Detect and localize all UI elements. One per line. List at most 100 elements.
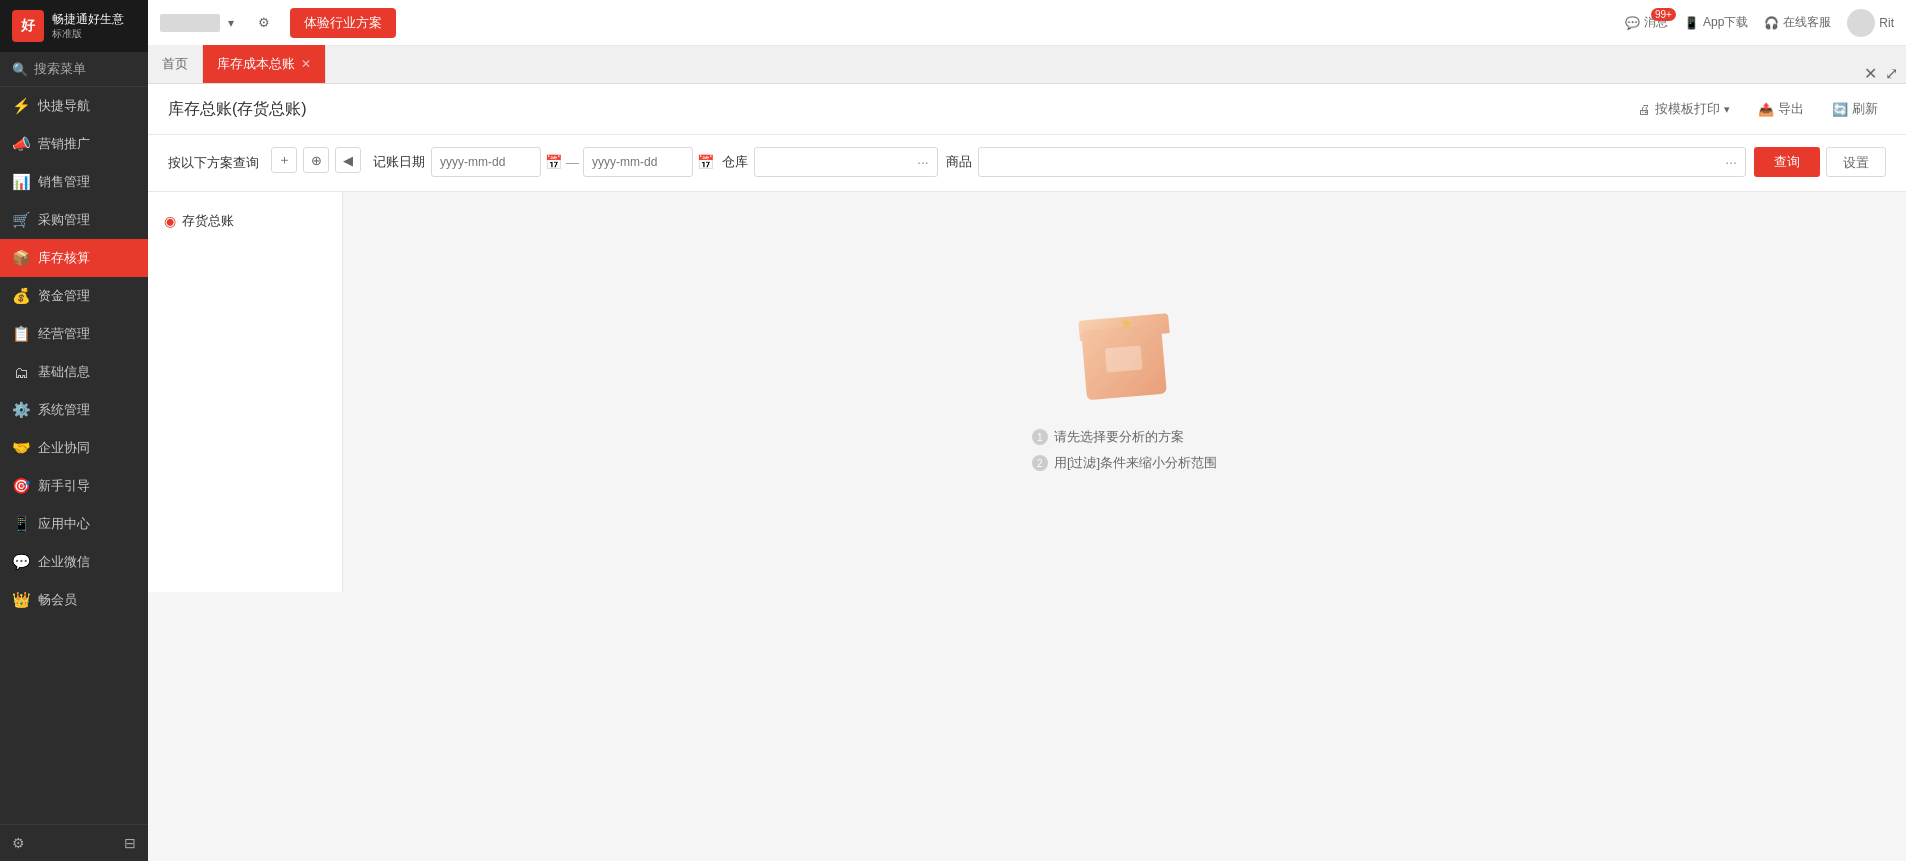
- sidebar-item-quick-nav[interactable]: ⚡ 快捷导航: [0, 87, 148, 125]
- schema-item-icon: ◉: [164, 213, 176, 229]
- product-filter-field: 商品 ···: [946, 147, 1746, 177]
- empty-illustration: ★: [1064, 312, 1184, 412]
- filter-collapse-icon: ◀: [343, 153, 353, 168]
- sidebar-item-app-center[interactable]: 📱 应用中心: [0, 505, 148, 543]
- page-header: 库存总账(存货总账) 🖨 按模板打印 ▾ 📤 导出 🔄 刷新: [148, 84, 1906, 135]
- tabbar-close-btn[interactable]: ✕: [1864, 64, 1877, 83]
- page-title: 库存总账(存货总账): [168, 99, 307, 120]
- export-btn[interactable]: 📤 导出: [1750, 96, 1812, 122]
- warehouse-filter-label: 仓库: [722, 153, 748, 171]
- sidebar-item-operation[interactable]: 📋 经营管理: [0, 315, 148, 353]
- schema-panel: ◉ 存货总账: [148, 192, 343, 592]
- filter-add-btn[interactable]: ＋: [271, 147, 297, 173]
- hint-num-2: 2: [1032, 455, 1048, 471]
- sidebar-item-system[interactable]: ⚙️ 系统管理: [0, 391, 148, 429]
- topbar-dropdown-btn[interactable]: ▾: [224, 14, 238, 32]
- topbar-app-download-btn[interactable]: 📱 App下载: [1684, 14, 1748, 31]
- sidebar-item-sales[interactable]: 📊 销售管理: [0, 163, 148, 201]
- product-input-wrap[interactable]: ···: [978, 147, 1746, 177]
- topbar-brand: ▾: [160, 14, 238, 32]
- system-icon: ⚙️: [12, 401, 30, 419]
- member-icon: 👑: [12, 591, 30, 609]
- filter-add-icon: ＋: [278, 151, 291, 169]
- empty-hint-1: 1 请先选择要分析的方案: [1032, 428, 1217, 446]
- sidebar-item-purchase[interactable]: 🛒 采购管理: [0, 201, 148, 239]
- print-icon: 🖨: [1638, 102, 1651, 117]
- sidebar-item-label: 采购管理: [38, 211, 90, 229]
- product-input[interactable]: [987, 155, 1722, 169]
- print-btn[interactable]: 🖨 按模板打印 ▾: [1630, 96, 1738, 122]
- export-label: 导出: [1778, 100, 1804, 118]
- product-more-icon[interactable]: ···: [1725, 154, 1737, 170]
- messages-badge: 99+: [1651, 8, 1676, 21]
- topbar-settings-btn[interactable]: ⚙: [250, 9, 278, 37]
- cal-start-icon[interactable]: 📅: [545, 154, 562, 170]
- sidebar-footer: ⚙ ⊟: [0, 824, 148, 861]
- filter-buttons-right: 查询 设置: [1754, 147, 1886, 177]
- sidebar-item-newbie[interactable]: 🎯 新手引导: [0, 467, 148, 505]
- filter-collapse-btn[interactable]: ◀: [335, 147, 361, 173]
- warehouse-input[interactable]: [763, 155, 913, 169]
- topbar-left: ▾ ⚙ 体验行业方案: [160, 8, 1625, 38]
- tab-close-btn[interactable]: ✕: [301, 57, 311, 71]
- sidebar: 好 畅捷通好生意 标准版 🔍 搜索菜单 ⚡ 快捷导航 📣 营销推广 📊 销售管理…: [0, 0, 148, 861]
- query-btn[interactable]: 查询: [1754, 147, 1820, 177]
- cal-end-icon[interactable]: 📅: [697, 154, 714, 170]
- sidebar-item-member[interactable]: 👑 畅会员: [0, 581, 148, 619]
- topbar-messages-btn[interactable]: 💬 消息 99+: [1625, 14, 1668, 31]
- date-input-wrap: 📅 — 📅: [431, 147, 714, 177]
- sidebar-item-finance[interactable]: 💰 资金管理: [0, 277, 148, 315]
- sales-icon: 📊: [12, 173, 30, 191]
- sidebar-item-label: 新手引导: [38, 477, 90, 495]
- set-btn[interactable]: 设置: [1826, 147, 1886, 177]
- newbie-icon: 🎯: [12, 477, 30, 495]
- app-download-icon: 📱: [1684, 16, 1699, 30]
- topbar-right: 💬 消息 99+ 📱 App下载 🎧 在线客服 Rit: [1625, 9, 1894, 37]
- tab-home-label: 首页: [162, 55, 188, 73]
- box-body: [1082, 324, 1168, 401]
- hint-text-1: 请先选择要分析的方案: [1054, 428, 1184, 446]
- warehouse-more-icon[interactable]: ···: [917, 154, 929, 170]
- box-star: ★: [1119, 313, 1135, 333]
- filter-settings-btn[interactable]: ⊕: [303, 147, 329, 173]
- empty-hints: 1 请先选择要分析的方案 2 用[过滤]条件来缩小分析范围: [1032, 428, 1217, 472]
- sidebar-toggle-btn[interactable]: ⊟: [124, 835, 136, 851]
- sidebar-item-wechat[interactable]: 💬 企业微信: [0, 543, 148, 581]
- topbar-user[interactable]: Rit: [1847, 9, 1894, 37]
- tab-inventory-cost[interactable]: 库存成本总账 ✕: [203, 45, 326, 83]
- topbar-consult-btn[interactable]: 🎧 在线客服: [1764, 14, 1831, 31]
- sidebar-search-label: 搜索菜单: [34, 60, 86, 78]
- sidebar-item-inventory[interactable]: 📦 库存核算: [0, 239, 148, 277]
- warehouse-filter-field: 仓库 ···: [722, 147, 938, 177]
- sidebar-settings-btn[interactable]: ⚙: [12, 835, 25, 851]
- sidebar-item-label: 经营管理: [38, 325, 90, 343]
- sidebar-item-basic[interactable]: 🗂 基础信息: [0, 353, 148, 391]
- sidebar-item-marketing[interactable]: 📣 营销推广: [0, 125, 148, 163]
- empty-hint-2: 2 用[过滤]条件来缩小分析范围: [1032, 454, 1217, 472]
- filter-settings-icon: ⊕: [311, 153, 322, 168]
- collab-icon: 🤝: [12, 439, 30, 457]
- tab-inventory-cost-label: 库存成本总账: [217, 55, 295, 73]
- sidebar-item-label: 资金管理: [38, 287, 90, 305]
- tab-home[interactable]: 首页: [148, 45, 203, 83]
- refresh-btn[interactable]: 🔄 刷新: [1824, 96, 1886, 122]
- print-dropdown-icon: ▾: [1724, 103, 1730, 116]
- sidebar-item-collab[interactable]: 🤝 企业协同: [0, 429, 148, 467]
- sidebar-search[interactable]: 🔍 搜索菜单: [0, 52, 148, 87]
- inventory-icon: 📦: [12, 249, 30, 267]
- sidebar-item-label: 快捷导航: [38, 97, 90, 115]
- basic-icon: 🗂: [12, 363, 30, 381]
- app-name: 畅捷通好生意: [52, 12, 124, 28]
- sidebar-item-label: 畅会员: [38, 591, 77, 609]
- schema-item-inventory-ledger[interactable]: ◉ 存货总账: [148, 204, 342, 238]
- consult-icon: 🎧: [1764, 16, 1779, 30]
- sidebar-logo: 好 畅捷通好生意 标准版: [0, 0, 148, 52]
- sidebar-item-label: 营销推广: [38, 135, 90, 153]
- hint-text-2: 用[过滤]条件来缩小分析范围: [1054, 454, 1217, 472]
- finance-icon: 💰: [12, 287, 30, 305]
- tabbar-resize-btn[interactable]: ⤢: [1885, 64, 1898, 83]
- date-start-input[interactable]: [431, 147, 541, 177]
- date-end-input[interactable]: [583, 147, 693, 177]
- topbar-industry-btn[interactable]: 体验行业方案: [290, 8, 396, 38]
- warehouse-input-wrap[interactable]: ···: [754, 147, 938, 177]
